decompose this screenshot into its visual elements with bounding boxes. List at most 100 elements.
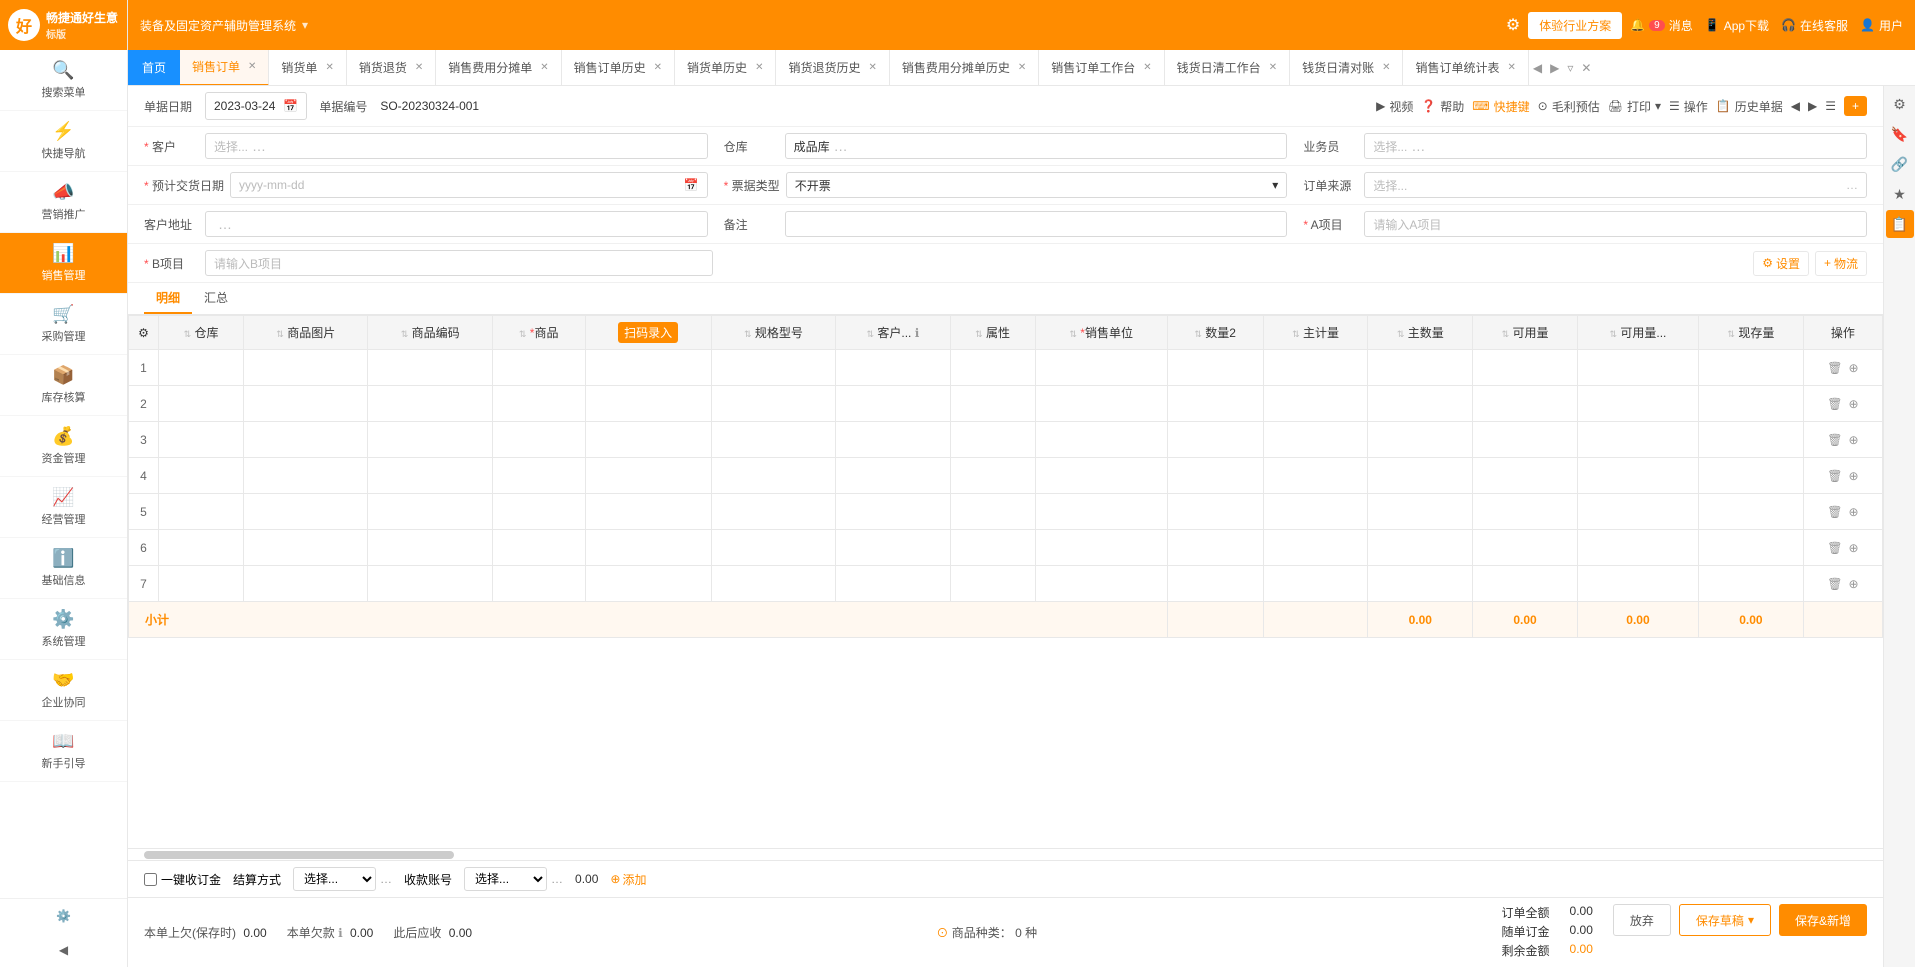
row-5-customer-code[interactable] bbox=[836, 494, 950, 530]
row-1-customer-code[interactable] bbox=[836, 350, 950, 386]
row-1-spec[interactable] bbox=[711, 350, 835, 386]
delete-row-6-icon[interactable]: 🗑 bbox=[1827, 541, 1842, 555]
tab-invoice-history[interactable]: 销货单历史 ✕ bbox=[675, 50, 776, 86]
delivery-date-input[interactable]: yyyy-mm-dd 📅 bbox=[230, 172, 708, 198]
row-4-code[interactable] bbox=[368, 458, 492, 494]
row-7-spec[interactable] bbox=[711, 566, 835, 602]
customer-address-input[interactable]: … bbox=[205, 211, 708, 237]
row-2-code[interactable] bbox=[368, 386, 492, 422]
row-2-customer-code[interactable] bbox=[836, 386, 950, 422]
tab-next-btn[interactable]: ▶ bbox=[1546, 61, 1563, 75]
row-4-attribute[interactable] bbox=[950, 458, 1035, 494]
scan-btn[interactable]: 扫码录入 bbox=[618, 322, 678, 343]
new-btn[interactable]: + bbox=[1844, 96, 1867, 116]
tab-cash-reconcile[interactable]: 钱货日清对账 ✕ bbox=[1290, 50, 1403, 86]
row-4-main-unit[interactable] bbox=[1263, 458, 1368, 494]
tab-sales-order[interactable]: 销售订单 ✕ bbox=[180, 50, 269, 86]
sidebar-settings-btn[interactable]: ⚙️ bbox=[0, 899, 127, 933]
tab-expense-split[interactable]: 销售费用分摊单 ✕ bbox=[436, 50, 561, 86]
row-1-qty2[interactable] bbox=[1167, 350, 1263, 386]
save-draft-dropdown-icon[interactable]: ▾ bbox=[1748, 913, 1754, 927]
save-draft-button[interactable]: 保存草稿 ▾ bbox=[1679, 904, 1771, 936]
delete-row-2-icon[interactable]: 🗑 bbox=[1827, 397, 1842, 411]
right-icon-3[interactable]: 🔗 bbox=[1886, 150, 1914, 178]
delete-row-3-icon[interactable]: 🗑 bbox=[1827, 433, 1842, 447]
sidebar-item-marketing[interactable]: 📣 营销推广 bbox=[0, 172, 127, 233]
copy-row-7-icon[interactable]: ⊕ bbox=[1848, 577, 1858, 591]
delete-row-4-icon[interactable]: 🗑 bbox=[1827, 469, 1842, 483]
tab-prev-btn[interactable]: ◀ bbox=[1529, 61, 1546, 75]
app-download-btn[interactable]: 📱 App下载 bbox=[1705, 17, 1769, 34]
row-6-unit[interactable] bbox=[1035, 530, 1167, 566]
sidebar-item-inventory[interactable]: 📦 库存核算 bbox=[0, 355, 127, 416]
row-1-main-unit[interactable] bbox=[1263, 350, 1368, 386]
row-3-unit[interactable] bbox=[1035, 422, 1167, 458]
row-3-attribute[interactable] bbox=[950, 422, 1035, 458]
row-2-main-unit[interactable] bbox=[1263, 386, 1368, 422]
gear-btn[interactable]: ⚙ bbox=[1506, 15, 1520, 35]
copy-row-6-icon[interactable]: ⊕ bbox=[1848, 541, 1858, 555]
row-2-image[interactable] bbox=[244, 386, 368, 422]
row-5-code[interactable] bbox=[368, 494, 492, 530]
row-6-main-unit[interactable] bbox=[1263, 530, 1368, 566]
close-order-history-icon[interactable]: ✕ bbox=[654, 62, 662, 73]
nav-prev-btn[interactable]: ◀ bbox=[1791, 99, 1800, 113]
shortcut-btn[interactable]: ⌨ 快捷键 bbox=[1472, 98, 1529, 115]
row-4-qty2[interactable] bbox=[1167, 458, 1263, 494]
tab-order-stats[interactable]: 销售订单统计表 ✕ bbox=[1403, 50, 1528, 86]
tab-return-history[interactable]: 销货退货历史 ✕ bbox=[776, 50, 889, 86]
row-4-customer-code[interactable] bbox=[836, 458, 950, 494]
sub-tab-detail[interactable]: 明细 bbox=[144, 283, 192, 314]
row-4-spec[interactable] bbox=[711, 458, 835, 494]
row-2-attribute[interactable] bbox=[950, 386, 1035, 422]
row-4-product[interactable] bbox=[492, 458, 585, 494]
salesman-dots[interactable]: … bbox=[1411, 138, 1425, 154]
row-2-spec[interactable] bbox=[711, 386, 835, 422]
sidebar-item-basic-info[interactable]: ℹ️ 基础信息 bbox=[0, 538, 127, 599]
print-btn[interactable]: 🖨 打印 ▾ bbox=[1608, 98, 1661, 115]
row-5-attribute[interactable] bbox=[950, 494, 1035, 530]
tab-close-all-btn[interactable]: ✕ bbox=[1577, 61, 1595, 75]
sidebar-item-system[interactable]: ⚙️ 系统管理 bbox=[0, 599, 127, 660]
close-expense-history-icon[interactable]: ✕ bbox=[1018, 62, 1026, 73]
horizontal-scrollbar[interactable] bbox=[128, 848, 1883, 860]
row-2-product[interactable] bbox=[492, 386, 585, 422]
row-7-main-unit[interactable] bbox=[1263, 566, 1368, 602]
row-1-unit[interactable] bbox=[1035, 350, 1167, 386]
row-1-warehouse[interactable] bbox=[159, 350, 244, 386]
row-5-unit[interactable] bbox=[1035, 494, 1167, 530]
a-project-input[interactable]: 请输入A项目 bbox=[1364, 211, 1867, 237]
order-source-select[interactable]: 选择... … bbox=[1364, 172, 1867, 198]
delete-row-5-icon[interactable]: 🗑 bbox=[1827, 505, 1842, 519]
right-icon-4[interactable]: ★ bbox=[1886, 180, 1914, 208]
tab-order-workbench[interactable]: 销售订单工作台 ✕ bbox=[1039, 50, 1164, 86]
row-6-warehouse[interactable] bbox=[159, 530, 244, 566]
warehouse-dots[interactable]: … bbox=[834, 138, 848, 154]
copy-row-3-icon[interactable]: ⊕ bbox=[1848, 433, 1858, 447]
online-service-btn[interactable]: 🎧 在线客服 bbox=[1781, 17, 1848, 34]
copy-row-2-icon[interactable]: ⊕ bbox=[1848, 397, 1858, 411]
close-invoice-history-icon[interactable]: ✕ bbox=[755, 62, 763, 73]
sidebar-item-quick-nav[interactable]: ⚡ 快捷导航 bbox=[0, 111, 127, 172]
row-6-spec[interactable] bbox=[711, 530, 835, 566]
list-view-btn[interactable]: ☰ bbox=[1825, 99, 1836, 113]
row-1-image[interactable] bbox=[244, 350, 368, 386]
row-3-image[interactable] bbox=[244, 422, 368, 458]
copy-row-1-icon[interactable]: ⊕ bbox=[1848, 361, 1858, 375]
row-4-warehouse[interactable] bbox=[159, 458, 244, 494]
row-5-warehouse[interactable] bbox=[159, 494, 244, 530]
tab-sales-return[interactable]: 销货退货 ✕ bbox=[347, 50, 436, 86]
row-1-product[interactable] bbox=[492, 350, 585, 386]
tab-sales-invoice[interactable]: 销货单 ✕ bbox=[269, 50, 346, 86]
delete-row-1-icon[interactable]: 🗑 bbox=[1827, 361, 1842, 375]
close-expense-split-icon[interactable]: ✕ bbox=[540, 62, 548, 73]
row-2-main-qty[interactable] bbox=[1368, 386, 1473, 422]
warehouse-input[interactable]: 成品库 … bbox=[785, 133, 1288, 159]
row-5-main-qty[interactable] bbox=[1368, 494, 1473, 530]
row-3-main-qty[interactable] bbox=[1368, 422, 1473, 458]
tab-order-history[interactable]: 销售订单历史 ✕ bbox=[562, 50, 675, 86]
sidebar-item-finance[interactable]: 💰 资金管理 bbox=[0, 416, 127, 477]
row-7-qty2[interactable] bbox=[1167, 566, 1263, 602]
settings-btn[interactable]: ⚙ 设置 bbox=[1753, 251, 1809, 276]
sidebar-item-search[interactable]: 🔍 搜索菜单 bbox=[0, 50, 127, 111]
